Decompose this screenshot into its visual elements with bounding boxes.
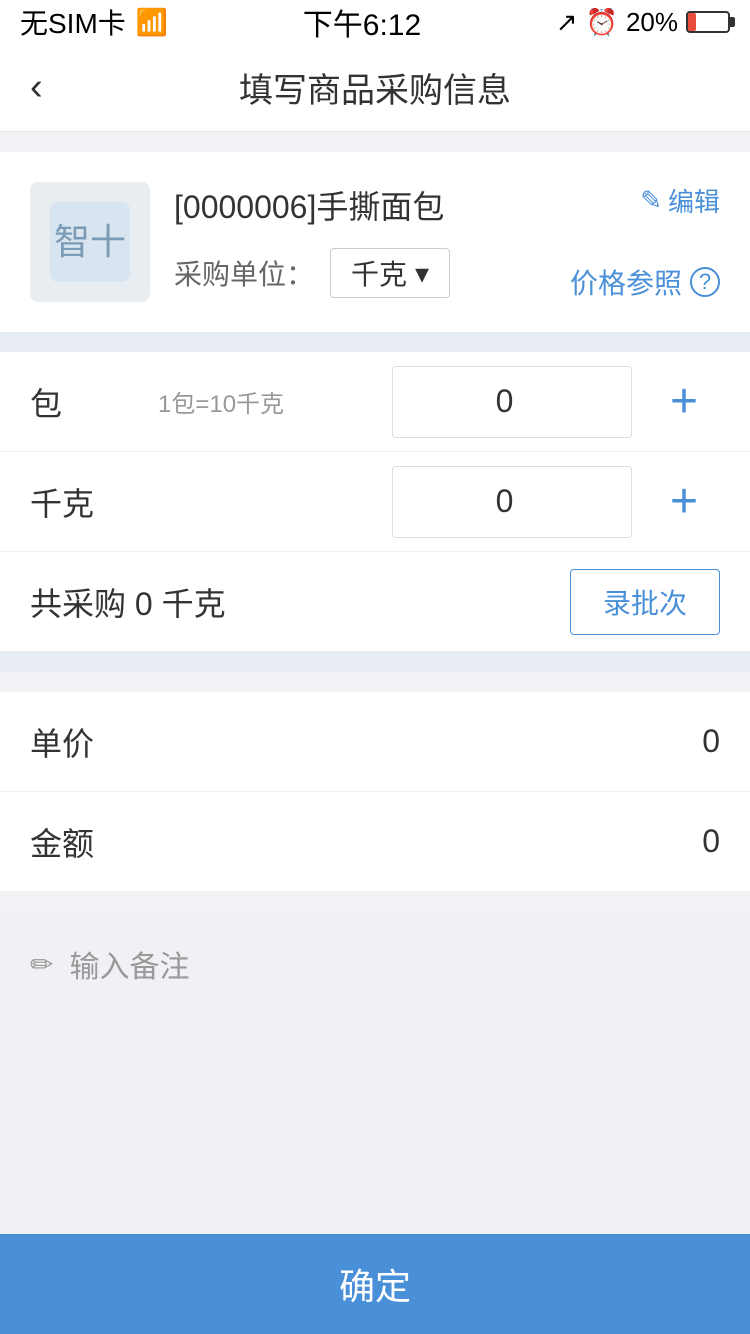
total-label: 共采购 0 千克: [30, 579, 570, 625]
purchase-unit-label: 采购单位：: [174, 253, 314, 293]
remark-placeholder: 输入备注: [69, 942, 189, 986]
wifi-icon: 📶: [136, 7, 168, 38]
kg-input-row: 千克 +: [0, 452, 750, 552]
product-image: 智十: [30, 182, 150, 302]
product-name: [0000006]手撕面包: [174, 182, 720, 228]
unit-value: 千克: [351, 253, 407, 293]
kg-plus-button[interactable]: +: [648, 466, 720, 538]
edit-label: 编辑: [668, 182, 720, 219]
alarm-icon: ⏰: [586, 7, 618, 38]
bag-input-wrap: +: [284, 366, 720, 438]
input-section: 包 1包=10千克 + 千克 +: [0, 352, 750, 552]
page-title: 填写商品采购信息: [239, 63, 511, 112]
price-ref-label: 价格参照: [570, 262, 682, 302]
bag-label: 包: [30, 379, 150, 425]
battery-icon: [686, 11, 730, 33]
status-bar: 无SIM卡 📶 下午6:12 ↗ ⏰ 20%: [0, 0, 750, 44]
confirm-button[interactable]: 确定: [0, 1234, 750, 1334]
bag-input[interactable]: [392, 366, 632, 438]
edit-button[interactable]: ✎ 编辑: [640, 182, 720, 219]
back-button[interactable]: ‹: [30, 66, 43, 109]
bag-plus-button[interactable]: +: [648, 366, 720, 438]
info-icon: ?: [690, 267, 720, 297]
edit-icon: ✎: [640, 185, 662, 216]
amount-value: 0: [702, 823, 720, 860]
svg-text:智十: 智十: [54, 221, 126, 262]
section-divider-1: [0, 332, 750, 352]
status-left: 无SIM卡 📶: [20, 2, 168, 42]
bag-sub-label: 1包=10千克: [158, 384, 284, 419]
remark-section[interactable]: ✏ 输入备注: [0, 912, 750, 1016]
unit-dropdown[interactable]: 千克 ▾: [330, 248, 450, 298]
product-card: 智十 [0000006]手撕面包 采购单位： 千克 ▾ ✎ 编辑 价格参照 ?: [0, 152, 750, 332]
location-icon: ↗: [556, 7, 578, 38]
amount-row: 金额 0: [0, 792, 750, 892]
battery-percent: 20%: [626, 7, 678, 38]
unit-price-row: 单价 0: [0, 692, 750, 792]
unit-price-label: 单价: [30, 719, 702, 765]
unit-price-value: 0: [702, 723, 720, 760]
kg-label: 千克: [30, 479, 150, 525]
product-placeholder: 智十: [50, 202, 130, 282]
dropdown-arrow: ▾: [415, 257, 429, 290]
total-row: 共采购 0 千克 录批次: [0, 552, 750, 652]
pencil-icon: ✏: [30, 948, 53, 981]
batch-button[interactable]: 录批次: [570, 569, 720, 635]
nav-bar: ‹ 填写商品采购信息: [0, 44, 750, 132]
status-time: 下午6:12: [303, 0, 421, 44]
price-reference-button[interactable]: 价格参照 ?: [570, 262, 720, 302]
carrier-label: 无SIM卡: [20, 2, 126, 42]
bag-input-row: 包 1包=10千克 +: [0, 352, 750, 452]
amount-label: 金额: [30, 819, 702, 865]
kg-input-wrap: +: [150, 466, 720, 538]
status-right: ↗ ⏰ 20%: [556, 7, 730, 38]
section-divider-2: [0, 652, 750, 672]
price-section: 单价 0 金额 0: [0, 692, 750, 892]
kg-input[interactable]: [392, 466, 632, 538]
